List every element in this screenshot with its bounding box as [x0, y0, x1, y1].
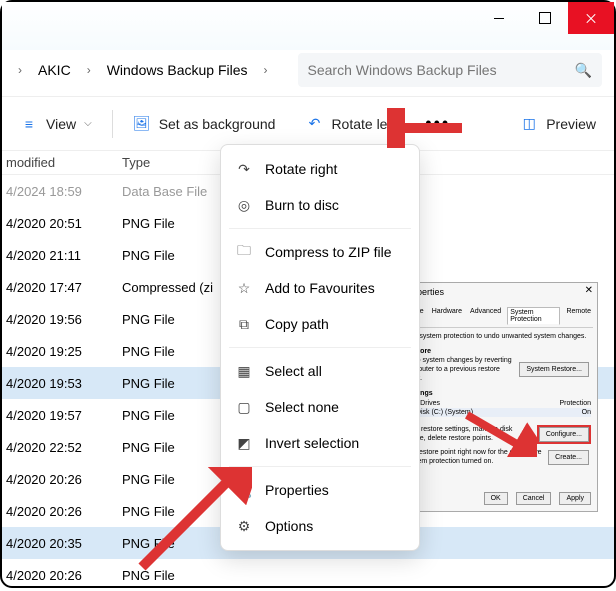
copy-path-icon: ⧉ — [235, 315, 253, 333]
toolbar: ≡ View ⌵ 🖼 Set as background ↶ Rotate le… — [2, 97, 614, 151]
menu-burn-to-disc[interactable]: ◎Burn to disc — [221, 187, 419, 223]
cancel-button[interactable]: Cancel — [516, 492, 552, 505]
zip-icon: 🗀 — [235, 243, 253, 261]
separator — [112, 110, 113, 138]
menu-compress-zip[interactable]: 🗀Compress to ZIP file — [221, 234, 419, 270]
hamburger-icon: ≡ — [20, 115, 38, 133]
search-box[interactable]: 🔍 — [298, 53, 602, 87]
rotate-left-icon: ↶ — [305, 115, 323, 133]
select-none-icon: ▢ — [235, 398, 253, 416]
dialog-tab[interactable]: Advanced — [468, 307, 503, 325]
menu-separator — [229, 466, 411, 467]
search-icon[interactable]: 🔍 — [575, 62, 592, 79]
set-background-button[interactable]: 🖼 Set as background — [123, 109, 286, 139]
cell-date: 4/2020 21:11 — [2, 248, 122, 263]
apply-button[interactable]: Apply — [559, 492, 591, 505]
select-all-icon: ▦ — [235, 362, 253, 380]
menu-select-none[interactable]: ▢Select none — [221, 389, 419, 425]
star-icon: ☆ — [235, 279, 253, 297]
cell-date: 4/2020 20:26 — [2, 568, 122, 583]
cell-date: 4/2020 19:53 — [2, 376, 122, 391]
breadcrumb-item[interactable]: AKIC — [32, 58, 77, 82]
menu-rotate-right[interactable]: ↷Rotate right — [221, 151, 419, 187]
chevron-right-icon[interactable]: › — [83, 63, 95, 77]
cell-date: 4/2020 17:47 — [2, 280, 122, 295]
cell-date: 4/2020 19:57 — [2, 408, 122, 423]
image-icon: 🖼 — [133, 115, 151, 133]
rotate-left-label: Rotate left — [331, 116, 395, 132]
cell-date: 4/2024 18:59 — [2, 184, 122, 199]
cell-date: 4/2020 20:35 — [2, 536, 122, 551]
menu-separator — [229, 228, 411, 229]
menu-separator — [229, 347, 411, 348]
view-label: View — [46, 116, 76, 132]
menu-invert-selection[interactable]: ◩Invert selection — [221, 425, 419, 461]
configure-button[interactable]: Configure... — [539, 427, 589, 442]
window-minimize-button[interactable] — [476, 2, 522, 34]
invert-icon: ◩ — [235, 434, 253, 452]
file-row[interactable]: 4/2020 20:26PNG File — [2, 559, 614, 591]
chevron-right-icon[interactable]: › — [14, 63, 26, 77]
set-bg-label: Set as background — [159, 116, 276, 132]
dialog-close-icon[interactable]: ✕ — [585, 285, 593, 296]
red-arrow-annotation — [387, 108, 467, 148]
cell-date: 4/2020 20:26 — [2, 504, 122, 519]
preview-button[interactable]: ◫ Preview — [510, 109, 606, 139]
window-maximize-button[interactable] — [522, 2, 568, 34]
breadcrumb-item[interactable]: Windows Backup Files — [101, 58, 254, 82]
red-arrow-annotation — [457, 407, 537, 457]
disc-icon: ◎ — [235, 196, 253, 214]
preview-label: Preview — [546, 116, 596, 132]
column-modified[interactable]: modified — [2, 155, 122, 170]
system-restore-button[interactable]: System Restore... — [519, 362, 589, 377]
breadcrumb-bar: › AKIC › Windows Backup Files › 🔍 — [2, 50, 614, 90]
dialog-tab[interactable]: Remote — [564, 307, 593, 325]
dialog-tabs: Name Hardware Advanced System Protection… — [403, 307, 593, 328]
ok-button[interactable]: OK — [484, 492, 508, 505]
window-titlebar — [2, 2, 614, 50]
preview-pane: Properties ✕ Name Hardware Advanced Syst… — [398, 282, 598, 512]
preview-pane-icon: ◫ — [520, 115, 538, 133]
view-menu-button[interactable]: ≡ View ⌵ — [10, 109, 102, 139]
red-arrow-annotation — [132, 467, 252, 577]
dialog-tab[interactable]: Hardware — [430, 307, 464, 325]
cell-date: 4/2020 19:25 — [2, 344, 122, 359]
cell-date: 4/2020 19:56 — [2, 312, 122, 327]
menu-select-all[interactable]: ▦Select all — [221, 353, 419, 389]
rotate-right-icon: ↷ — [235, 160, 253, 178]
chevron-down-icon: ⌵ — [84, 118, 92, 129]
cell-date: 4/2020 20:51 — [2, 216, 122, 231]
chevron-right-icon[interactable]: › — [260, 63, 272, 77]
menu-copy-path[interactable]: ⧉Copy path — [221, 306, 419, 342]
cell-date: 4/2020 22:52 — [2, 440, 122, 455]
dialog-tab-active[interactable]: System Protection — [507, 307, 560, 325]
search-input[interactable] — [308, 62, 575, 78]
cell-date: 4/2020 20:26 — [2, 472, 122, 487]
create-button[interactable]: Create... — [548, 450, 589, 465]
window-close-button[interactable] — [568, 2, 614, 34]
menu-add-favourites[interactable]: ☆Add to Favourites — [221, 270, 419, 306]
